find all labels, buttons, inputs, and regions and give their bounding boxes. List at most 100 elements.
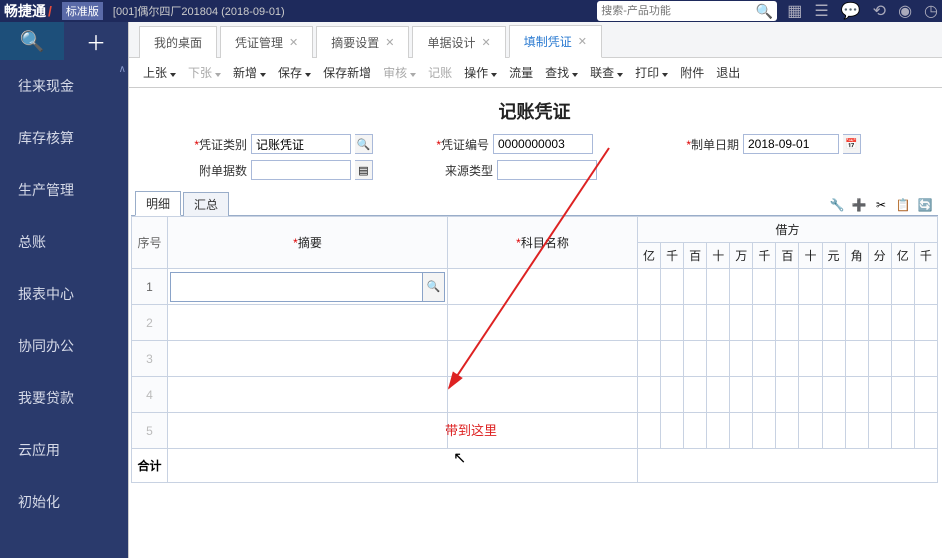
toolbar-item[interactable]: 上张 (139, 61, 180, 84)
digit-cell[interactable] (799, 377, 822, 413)
summary-lookup-icon[interactable]: 🔍 (422, 273, 444, 301)
sidebar-item[interactable]: 云应用 (0, 424, 128, 476)
digit-cell[interactable] (845, 377, 868, 413)
digit-cell[interactable] (730, 305, 753, 341)
digit-cell[interactable] (661, 413, 684, 449)
sidebar-search-button[interactable]: 🔍 (0, 22, 64, 60)
digit-cell[interactable] (891, 377, 914, 413)
digit-cell[interactable] (891, 305, 914, 341)
digit-cell[interactable] (684, 341, 707, 377)
digit-cell[interactable] (799, 269, 822, 305)
subject-cell[interactable] (448, 341, 638, 377)
digit-cell[interactable] (822, 305, 845, 341)
tab[interactable]: 我的桌面 (139, 26, 217, 58)
top-search[interactable]: 🔍 (597, 1, 777, 21)
digit-cell[interactable] (822, 413, 845, 449)
digit-cell[interactable] (799, 413, 822, 449)
grid-icon-2[interactable]: ➕ (850, 197, 868, 213)
chat-icon[interactable]: 💬 (841, 1, 861, 21)
subtab[interactable]: 明细 (135, 191, 181, 216)
digit-cell[interactable] (638, 269, 661, 305)
digit-cell[interactable] (730, 269, 753, 305)
tab[interactable]: 单据设计✕ (412, 26, 505, 58)
sidebar-item[interactable]: 生产管理 (0, 164, 128, 216)
search-icon[interactable]: 🔍 (756, 3, 773, 20)
make-date-input[interactable] (743, 134, 839, 154)
subject-cell[interactable] (448, 377, 638, 413)
digit-cell[interactable] (914, 341, 937, 377)
summary-cell[interactable]: 🔍 (168, 269, 448, 305)
digit-cell[interactable] (707, 341, 730, 377)
digit-cell[interactable] (638, 305, 661, 341)
digit-cell[interactable] (753, 341, 776, 377)
digit-cell[interactable] (822, 341, 845, 377)
digit-cell[interactable] (730, 377, 753, 413)
digit-cell[interactable] (753, 305, 776, 341)
digit-cell[interactable] (891, 413, 914, 449)
digit-cell[interactable] (776, 269, 799, 305)
digit-cell[interactable] (799, 305, 822, 341)
digit-cell[interactable] (638, 377, 661, 413)
clock-icon[interactable]: ◷ (924, 1, 938, 21)
close-icon[interactable]: ✕ (289, 36, 298, 49)
digit-cell[interactable] (868, 305, 891, 341)
voucher-type-lookup-icon[interactable]: 🔍 (355, 134, 373, 154)
toolbar-item[interactable]: 附件 (676, 61, 708, 84)
toolbar-item[interactable]: 保存 (274, 61, 315, 84)
toolbar-item[interactable]: 新增 (229, 61, 270, 84)
source-type-input[interactable] (497, 160, 597, 180)
toolbar-item[interactable]: 联查 (586, 61, 627, 84)
voucher-no-input[interactable] (493, 134, 593, 154)
calendar-icon[interactable]: 📅 (843, 134, 861, 154)
digit-cell[interactable] (822, 377, 845, 413)
close-icon[interactable]: ✕ (385, 36, 394, 49)
tab[interactable]: 摘要设置✕ (316, 26, 409, 58)
toolbar-item[interactable]: 操作 (460, 61, 501, 84)
close-icon[interactable]: ✕ (578, 35, 587, 48)
sidebar-item[interactable]: 往来现金 (0, 60, 128, 112)
summary-cell[interactable] (168, 413, 448, 449)
digit-cell[interactable] (684, 269, 707, 305)
sidebar-item[interactable]: 报表中心 (0, 268, 128, 320)
digit-cell[interactable] (661, 377, 684, 413)
grid-icon-1[interactable]: 🔧 (828, 197, 846, 213)
tab[interactable]: 填制凭证✕ (509, 25, 602, 58)
digit-cell[interactable] (776, 413, 799, 449)
summary-cell[interactable] (168, 305, 448, 341)
sidebar-collapse-icon[interactable]: ∧ (119, 64, 126, 75)
attachments-input[interactable] (251, 160, 351, 180)
sidebar-item[interactable]: 总账 (0, 216, 128, 268)
digit-cell[interactable] (891, 269, 914, 305)
digit-cell[interactable] (661, 269, 684, 305)
digit-cell[interactable] (914, 305, 937, 341)
digit-cell[interactable] (914, 269, 937, 305)
globe-icon[interactable]: ◉ (898, 1, 912, 21)
digit-cell[interactable] (776, 341, 799, 377)
digit-cell[interactable] (891, 341, 914, 377)
digit-cell[interactable] (914, 413, 937, 449)
sidebar-add-button[interactable]: ＋ (64, 22, 128, 60)
digit-cell[interactable] (707, 305, 730, 341)
digit-cell[interactable] (638, 413, 661, 449)
digit-cell[interactable] (684, 413, 707, 449)
voucher-type-input[interactable] (251, 134, 351, 154)
digit-cell[interactable] (684, 377, 707, 413)
digit-cell[interactable] (661, 341, 684, 377)
digit-cell[interactable] (776, 377, 799, 413)
digit-cell[interactable] (868, 377, 891, 413)
grid-icon-5[interactable]: 🔄 (916, 197, 934, 213)
sidebar-item[interactable]: 协同办公 (0, 320, 128, 372)
subject-cell[interactable] (448, 269, 638, 305)
digit-cell[interactable] (707, 413, 730, 449)
digit-cell[interactable] (730, 413, 753, 449)
summary-cell[interactable] (168, 377, 448, 413)
subtab[interactable]: 汇总 (183, 192, 229, 216)
tab[interactable]: 凭证管理✕ (220, 26, 313, 58)
digit-cell[interactable] (684, 305, 707, 341)
sidebar-item[interactable]: 初始化 (0, 476, 128, 528)
digit-cell[interactable] (868, 269, 891, 305)
digit-cell[interactable] (638, 341, 661, 377)
sidebar-item[interactable]: 我要贷款 (0, 372, 128, 424)
digit-cell[interactable] (753, 413, 776, 449)
grid-icon-3[interactable]: ✂ (872, 197, 890, 213)
